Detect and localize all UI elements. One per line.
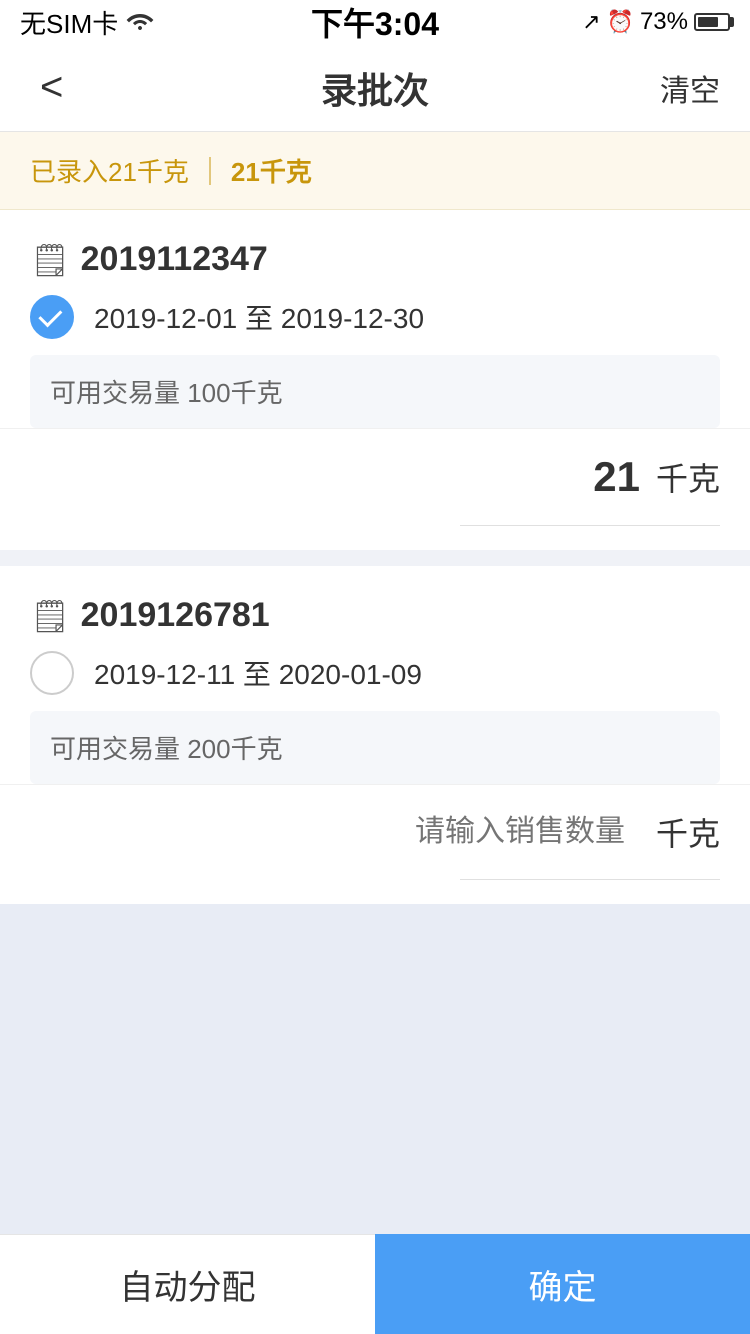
quantity-input-2[interactable] bbox=[290, 815, 640, 849]
info-label: 已录入21千克 bbox=[30, 152, 189, 189]
batch-1-amount: 21 bbox=[593, 453, 640, 501]
batch-1-date: 2019-12-01 至 2019-12-30 bbox=[94, 297, 424, 337]
battery-icon bbox=[694, 13, 730, 31]
batch-2-input-row: 千克 bbox=[0, 784, 750, 879]
status-bar: 无SIM卡 下午3:04 ↗ ⏰ 73% bbox=[0, 0, 750, 44]
batch-1-radio[interactable] bbox=[30, 295, 74, 339]
batch-card-1: 🗒 2019112347 2019-12-01 至 2019-12-30 可用交… bbox=[0, 210, 750, 428]
status-time: 下午3:04 bbox=[311, 0, 439, 45]
bottom-bar: 自动分配 确定 bbox=[0, 1234, 750, 1334]
location-icon: ↗ bbox=[582, 9, 600, 35]
wifi-icon bbox=[126, 7, 154, 38]
carrier-text: 无SIM卡 bbox=[20, 4, 118, 41]
batch-2-available: 可用交易量 200千克 bbox=[30, 711, 720, 784]
back-button[interactable]: < bbox=[30, 55, 73, 120]
clear-button[interactable]: 清空 bbox=[660, 66, 720, 110]
batch-1-available: 可用交易量 100千克 bbox=[30, 355, 720, 428]
batch-2-input-section: 千克 bbox=[0, 784, 750, 904]
batch-2-unit: 千克 bbox=[656, 809, 720, 855]
batch-2-date: 2019-12-11 至 2020-01-09 bbox=[94, 653, 422, 693]
section-divider-1 bbox=[0, 550, 750, 566]
info-value: 21千克 bbox=[231, 152, 312, 189]
batch-1-amount-section: 21 千克 bbox=[0, 428, 750, 550]
batch-1-header: 🗒 2019112347 bbox=[30, 240, 720, 279]
batch-2-header: 🗒 2019126781 bbox=[30, 596, 720, 635]
page-title: 录批次 bbox=[321, 62, 429, 114]
batch-card-2: 🗒 2019126781 2019-12-11 至 2020-01-09 可用交… bbox=[0, 566, 750, 784]
batch-2-radio[interactable] bbox=[30, 651, 74, 695]
batch-1-unit: 千克 bbox=[656, 454, 720, 500]
batch-2-icon: 🗒 bbox=[30, 597, 71, 635]
battery-text: 73% bbox=[640, 8, 688, 36]
auto-distribute-button[interactable]: 自动分配 bbox=[0, 1234, 375, 1334]
info-banner: 已录入21千克 21千克 bbox=[0, 132, 750, 210]
nav-bar: < 录批次 清空 bbox=[0, 44, 750, 132]
batch-1-icon: 🗒 bbox=[30, 241, 71, 279]
batch-1-row: 2019-12-01 至 2019-12-30 bbox=[30, 295, 720, 339]
info-divider bbox=[209, 157, 211, 185]
confirm-button[interactable]: 确定 bbox=[375, 1234, 750, 1334]
batch-2-row: 2019-12-11 至 2020-01-09 bbox=[30, 651, 720, 695]
batch-2-id: 2019126781 bbox=[81, 596, 270, 635]
batch-1-amount-row: 21 千克 bbox=[0, 428, 750, 525]
batch-1-id: 2019112347 bbox=[81, 240, 268, 279]
alarm-icon: ⏰ bbox=[607, 9, 634, 35]
